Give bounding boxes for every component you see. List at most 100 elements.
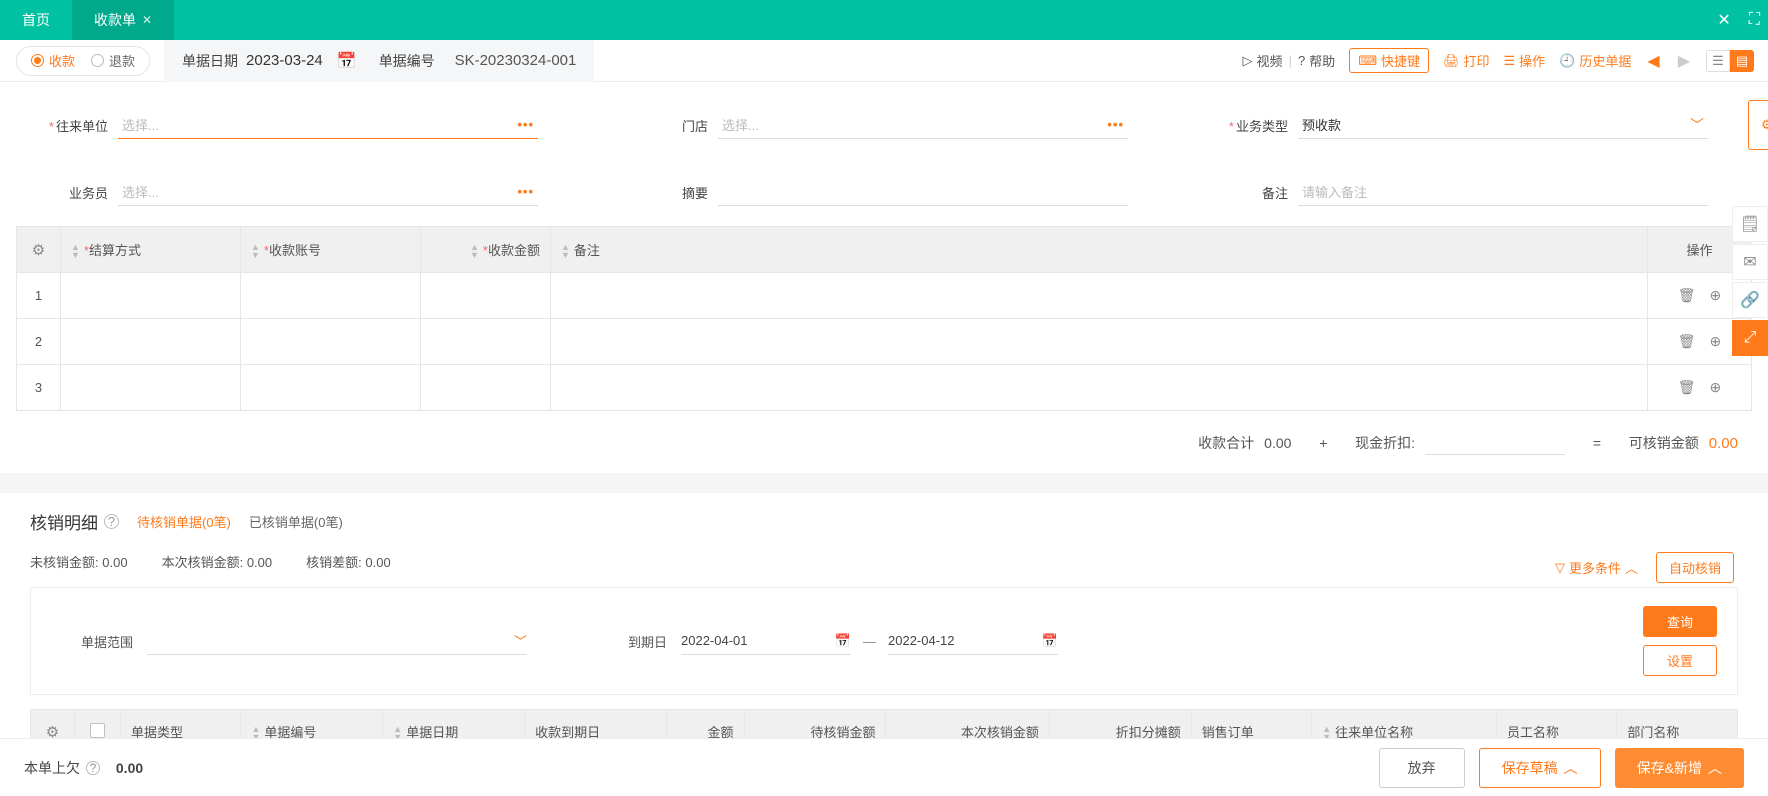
- wo-col-this[interactable]: 本次核销金额: [886, 710, 1049, 739]
- view-mode-list[interactable]: ☰: [1706, 50, 1730, 72]
- cell-settle[interactable]: [61, 365, 241, 411]
- lookup-icon[interactable]: •••: [517, 184, 534, 199]
- tab-done-writeoff[interactable]: 已核销单据(0笔): [249, 512, 343, 531]
- plus-sign: +: [1319, 435, 1327, 451]
- wo-col-due[interactable]: 收款到期日: [525, 710, 667, 739]
- prev-doc-icon[interactable]: ◀: [1645, 51, 1661, 71]
- table-row[interactable]: 3 🗑⊕: [17, 365, 1752, 411]
- cell-account[interactable]: [241, 365, 421, 411]
- table-row[interactable]: 1 🗑⊕: [17, 273, 1752, 319]
- shortcut-pill[interactable]: ⌨ 快捷键: [1349, 48, 1429, 73]
- info-icon[interactable]: ?: [104, 514, 119, 529]
- wo-col-order[interactable]: 销售订单: [1191, 710, 1311, 739]
- cell-account[interactable]: [241, 319, 421, 365]
- lookup-icon[interactable]: •••: [517, 117, 534, 132]
- wo-col-code[interactable]: ▲▼单据编号: [241, 710, 383, 739]
- summary-label: 摘要: [648, 183, 718, 202]
- info-icon[interactable]: ?: [86, 761, 100, 775]
- tab-home[interactable]: 首页: [0, 0, 72, 40]
- add-row-icon[interactable]: ⊕: [1710, 333, 1722, 350]
- operate-action[interactable]: ☰ 操作: [1504, 51, 1546, 70]
- date-to-input[interactable]: 2022-04-12 📅: [888, 627, 1058, 655]
- wo-col-date[interactable]: ▲▼单据日期: [383, 710, 525, 739]
- wo-grid-settings[interactable]: ⚙: [31, 710, 75, 739]
- biztype-value: 预收款: [1302, 115, 1341, 134]
- add-row-icon[interactable]: ⊕: [1710, 287, 1722, 304]
- close-icon[interactable]: ✕: [142, 0, 152, 40]
- tab-receipt[interactable]: 收款单 ✕: [72, 0, 174, 40]
- cell-account[interactable]: [241, 273, 421, 319]
- wo-col-partner[interactable]: ▲▼往来单位名称: [1312, 710, 1497, 739]
- cell-remark[interactable]: [551, 365, 1648, 411]
- grid-settings-header[interactable]: ⚙: [17, 227, 61, 273]
- chevron-down-icon[interactable]: ﹀: [1690, 115, 1704, 135]
- cell-amount[interactable]: [421, 319, 551, 365]
- salesman-input[interactable]: 选择... •••: [118, 178, 538, 206]
- video-link[interactable]: ▷ 视频 | ? 帮助: [1243, 51, 1336, 70]
- delete-row-icon[interactable]: 🗑: [1678, 287, 1696, 304]
- col-account[interactable]: ▲▼*收款账号: [241, 227, 421, 273]
- add-row-icon[interactable]: ⊕: [1710, 379, 1722, 396]
- wo-col-pending[interactable]: 待核销金额: [744, 710, 886, 739]
- remark-input[interactable]: 请输入备注: [1298, 178, 1708, 206]
- date-from-input[interactable]: 2022-04-01 📅: [681, 627, 851, 655]
- calendar-icon[interactable]: 📅: [835, 633, 851, 649]
- calendar-icon[interactable]: 📅: [337, 51, 357, 71]
- wo-col-emp[interactable]: 员工名称: [1496, 710, 1616, 739]
- writeoff-grid: ⚙ 单据类型 ▲▼单据编号 ▲▼单据日期 收款到期日 金额 待核销金额 本次核销…: [30, 709, 1738, 738]
- history-action[interactable]: 🕘 历史单据: [1559, 51, 1631, 70]
- cell-settle[interactable]: [61, 273, 241, 319]
- wo-col-dept[interactable]: 部门名称: [1617, 710, 1738, 739]
- save-and-new-button[interactable]: 保存&新增︿: [1615, 748, 1744, 788]
- delete-row-icon[interactable]: 🗑: [1678, 333, 1696, 350]
- siderail-note-icon[interactable]: 🗒: [1732, 206, 1768, 242]
- window-close-icon[interactable]: ✕: [1717, 10, 1730, 30]
- owe-label: 本单上欠: [24, 758, 80, 778]
- tab-pending-writeoff[interactable]: 待核销单据(0笔): [137, 512, 231, 531]
- partner-input[interactable]: 选择... •••: [118, 111, 538, 139]
- store-label: 门店: [648, 116, 718, 135]
- fullscreen-icon[interactable]: ⛶: [1749, 11, 1760, 29]
- discount-input[interactable]: [1425, 431, 1565, 455]
- filter-settings-button[interactable]: 设置: [1643, 645, 1717, 676]
- doc-date-value[interactable]: 2023-03-24: [246, 52, 323, 69]
- cell-amount[interactable]: [421, 365, 551, 411]
- sort-icon: ▲▼: [470, 243, 479, 259]
- siderail-message-icon[interactable]: ✉: [1732, 244, 1768, 280]
- radio-refund[interactable]: 退款: [83, 51, 143, 70]
- wo-col-type[interactable]: 单据类型: [121, 710, 241, 739]
- table-row[interactable]: 2 🗑⊕: [17, 319, 1752, 365]
- store-input[interactable]: 选择... •••: [718, 111, 1128, 139]
- delete-row-icon[interactable]: 🗑: [1678, 379, 1696, 396]
- cell-remark[interactable]: [551, 319, 1648, 365]
- next-doc-icon[interactable]: ▶: [1676, 51, 1692, 71]
- gear-icon: ⚙: [32, 242, 45, 259]
- biztype-select[interactable]: 预收款 ﹀: [1298, 111, 1708, 139]
- calendar-icon[interactable]: 📅: [1042, 633, 1058, 649]
- sort-icon: ▲▼: [71, 243, 80, 259]
- cell-amount[interactable]: [421, 273, 551, 319]
- scope-select[interactable]: ﹀: [147, 627, 527, 655]
- print-action[interactable]: 🖨 打印: [1443, 51, 1490, 70]
- cell-settle[interactable]: [61, 319, 241, 365]
- summary-input[interactable]: [718, 178, 1128, 206]
- radio-receive[interactable]: 收款: [23, 51, 83, 70]
- col-remark[interactable]: ▲▼备注: [551, 227, 1648, 273]
- siderail-expand-icon[interactable]: ⤢: [1732, 320, 1768, 356]
- wo-col-share[interactable]: 折扣分摊额: [1049, 710, 1191, 739]
- biztype-label: *业务类型: [1208, 116, 1298, 135]
- lookup-icon[interactable]: •••: [1107, 117, 1124, 132]
- save-draft-button[interactable]: 保存草稿︿: [1479, 748, 1601, 788]
- cell-remark[interactable]: [551, 273, 1648, 319]
- search-button[interactable]: 查询: [1643, 606, 1717, 637]
- wo-col-amount[interactable]: 金额: [666, 710, 744, 739]
- auto-writeoff-button[interactable]: 自动核销: [1656, 552, 1734, 583]
- more-conditions-toggle[interactable]: ▽ 更多条件 ︿: [1555, 558, 1638, 577]
- discard-button[interactable]: 放弃: [1379, 748, 1465, 788]
- radio-dot-icon: [31, 54, 44, 67]
- wo-select-all[interactable]: [75, 710, 121, 739]
- siderail-attachment-icon[interactable]: 🔗: [1732, 282, 1768, 318]
- col-amount[interactable]: ▲▼*收款金额: [421, 227, 551, 273]
- sort-icon: ▲▼: [561, 243, 570, 259]
- col-settle[interactable]: ▲▼*结算方式: [61, 227, 241, 273]
